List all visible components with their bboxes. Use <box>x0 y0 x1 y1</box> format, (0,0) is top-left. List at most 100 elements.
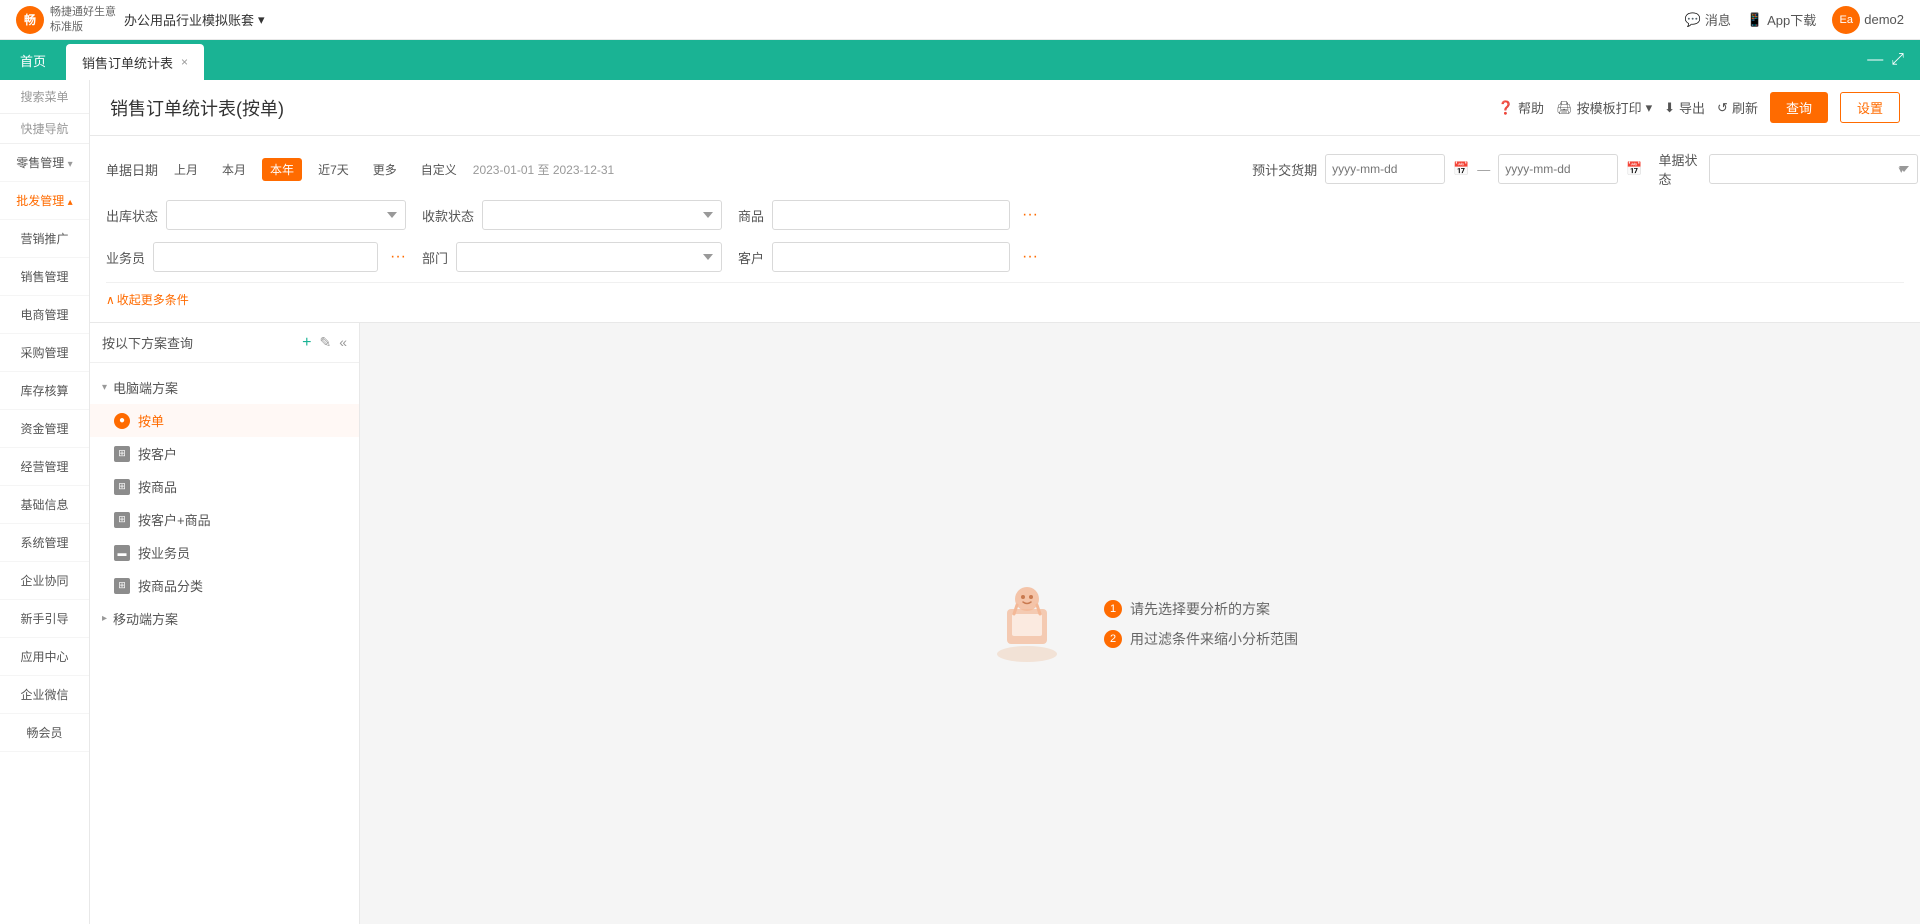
customer-filter: 客户 ··· <box>738 242 1038 272</box>
customer-input[interactable] <box>772 242 1010 272</box>
workspace-dropdown[interactable]: 办公用品行业模拟账套 ▾ <box>124 10 265 29</box>
sidebar: 搜索菜单 快捷导航 零售管理 ▾ 批发管理 ▴ 营销推广 销售管理 电商管理 采… <box>0 80 90 924</box>
chevron-up-icon: ▴ <box>68 197 73 208</box>
chevron-up-icon: ∧ <box>106 293 115 307</box>
logo-area: 畅 畅捷通好生意 标准版 <box>16 5 116 34</box>
scheme-icon-category: ⊞ <box>114 578 130 594</box>
sidebar-item-basic[interactable]: 基础信息 <box>0 486 89 524</box>
customer-label: 客户 <box>738 248 764 267</box>
tab-close-icon[interactable]: × <box>181 55 188 69</box>
this-month-btn[interactable]: 本月 <box>214 158 254 181</box>
calendar-icon2: 📅 <box>1626 161 1642 177</box>
user-menu[interactable]: Ea demo2 <box>1832 6 1904 34</box>
export-icon: ⬇ <box>1664 100 1675 116</box>
hint-num-1: 1 <box>1104 600 1122 618</box>
salesperson-filter: 业务员 ··· <box>106 242 406 272</box>
customer-more-icon[interactable]: ··· <box>1022 248 1038 266</box>
receipt-status-select[interactable] <box>482 200 722 230</box>
date-range-display: 2023-01-01 至 2023-12-31 <box>473 161 614 178</box>
refresh-button[interactable]: ↺ 刷新 <box>1717 98 1758 117</box>
product-input[interactable] <box>772 200 1010 230</box>
sidebar-item-wholesale[interactable]: 批发管理 ▴ <box>0 182 89 220</box>
sidebar-item-finance[interactable]: 资金管理 <box>0 410 89 448</box>
last-month-btn[interactable]: 上月 <box>166 158 206 181</box>
scheme-icon-product: ⊞ <box>114 479 130 495</box>
sidebar-item-marketing[interactable]: 营销推广 <box>0 220 89 258</box>
sidebar-item-inventory[interactable]: 库存核算 <box>0 372 89 410</box>
tab-sales-order[interactable]: 销售订单统计表 × <box>66 44 204 80</box>
edit-scheme-button[interactable]: ✎ <box>319 334 331 352</box>
scheme-item-by-customer-product[interactable]: ⊞ 按客户+商品 <box>90 503 359 536</box>
quick-nav[interactable]: 快捷导航 <box>0 114 89 144</box>
collapse-button[interactable]: ∧ 收起更多条件 <box>106 291 1904 308</box>
maximize-button[interactable]: ⤢ <box>1891 51 1904 69</box>
top-bar: 畅 畅捷通好生意 标准版 办公用品行业模拟账套 ▾ 💬 消息 📱 App下载 E… <box>0 0 1920 40</box>
last7days-btn[interactable]: 近7天 <box>310 158 357 181</box>
sidebar-item-ecommerce[interactable]: 电商管理 <box>0 296 89 334</box>
scheme-icon-salesperson: ▬ <box>114 545 130 561</box>
sidebar-item-sales[interactable]: 销售管理 <box>0 258 89 296</box>
sidebar-item-weixin[interactable]: 企业微信 <box>0 676 89 714</box>
main-content-row: 按以下方案查询 + ✎ « ▾ 电脑端方案 ● <box>90 323 1920 924</box>
tab-bar-actions: — ⤢ <box>1867 51 1904 69</box>
department-select[interactable] <box>456 242 722 272</box>
logo-icon: 畅 <box>16 6 44 34</box>
delivery-date-end-input[interactable] <box>1498 154 1618 184</box>
delivery-date-label: 预计交货期 <box>1252 160 1317 179</box>
sidebar-item-system[interactable]: 系统管理 <box>0 524 89 562</box>
tab-bar: 首页 销售订单统计表 × — ⤢ <box>0 40 1920 80</box>
sidebar-item-appstore[interactable]: 应用中心 <box>0 638 89 676</box>
scheme-panel: 按以下方案查询 + ✎ « ▾ 电脑端方案 ● <box>90 323 360 924</box>
sidebar-item-member[interactable]: 畅会员 <box>0 714 89 752</box>
scheme-item-by-customer[interactable]: ⊞ 按客户 <box>90 437 359 470</box>
sidebar-search[interactable]: 搜索菜单 <box>0 80 89 114</box>
add-scheme-button[interactable]: + <box>302 334 311 352</box>
print-icon: 🖨 <box>1556 100 1573 116</box>
template-print-button[interactable]: 🖨 按模板打印 ▾ <box>1556 98 1652 117</box>
salesperson-more-icon[interactable]: ··· <box>390 248 406 266</box>
scheme-icon-customer-product: ⊞ <box>114 512 130 528</box>
category-mobile[interactable]: ▸ 移动端方案 <box>90 602 359 635</box>
sidebar-item-guide[interactable]: 新手引导 <box>0 600 89 638</box>
more-btn[interactable]: 更多 <box>365 158 405 181</box>
export-button[interactable]: ⬇ 导出 <box>1664 98 1705 117</box>
sidebar-item-operations[interactable]: 经营管理 <box>0 448 89 486</box>
quick-nav-label: 快捷导航 <box>20 122 68 136</box>
active-scheme-icon: ● <box>114 413 130 429</box>
sidebar-item-retail[interactable]: 零售管理 ▾ <box>0 144 89 182</box>
delivery-date-filter: 预计交货期 📅 — 📅 <box>1252 154 1642 184</box>
receipt-status-filter: 收款状态 <box>422 200 722 230</box>
scheme-item-by-category[interactable]: ⊞ 按商品分类 <box>90 569 359 602</box>
sidebar-item-purchase[interactable]: 采购管理 <box>0 334 89 372</box>
message-label: 消息 <box>1705 10 1731 29</box>
product-more-icon[interactable]: ··· <box>1022 206 1038 224</box>
custom-btn[interactable]: 自定义 <box>413 158 465 181</box>
collapse-scheme-button[interactable]: « <box>339 334 347 352</box>
hint-num-2: 2 <box>1104 630 1122 648</box>
delivery-status-select[interactable] <box>166 200 406 230</box>
category-pc[interactable]: ▾ 电脑端方案 <box>90 371 359 404</box>
settings-button[interactable]: 设置 <box>1840 92 1900 123</box>
help-icon: ❓ <box>1498 100 1514 116</box>
help-button[interactable]: ❓ 帮助 <box>1498 98 1544 117</box>
scheme-item-by-salesperson[interactable]: ▬ 按业务员 <box>90 536 359 569</box>
tab-home[interactable]: 首页 <box>0 40 66 80</box>
chevron-down-icon: ▾ <box>258 12 265 28</box>
scheme-item-by-product[interactable]: ⊞ 按商品 <box>90 470 359 503</box>
minimize-button[interactable]: — <box>1867 51 1883 69</box>
page-title: 销售订单统计表(按单) <box>110 95 284 121</box>
empty-content-area: 1 请先选择要分析的方案 2 用过滤条件来缩小分析范围 <box>360 323 1920 924</box>
delivery-date-start-input[interactable] <box>1325 154 1445 184</box>
message-button[interactable]: 💬 消息 <box>1685 10 1731 29</box>
salesperson-input[interactable] <box>153 242 378 272</box>
app-download-button[interactable]: 📱 App下载 <box>1747 10 1816 29</box>
scheme-item-by-order[interactable]: ● 按单 <box>90 404 359 437</box>
this-year-btn[interactable]: 本年 <box>262 158 302 181</box>
empty-state: 1 请先选择要分析的方案 2 用过滤条件来缩小分析范围 <box>982 579 1298 669</box>
logo-text: 畅捷通好生意 标准版 <box>50 5 116 34</box>
department-label: 部门 <box>422 248 448 267</box>
message-icon: 💬 <box>1685 12 1701 28</box>
sidebar-item-enterprise[interactable]: 企业协同 <box>0 562 89 600</box>
status-select[interactable] <box>1709 154 1918 184</box>
query-button[interactable]: 查询 <box>1770 92 1828 123</box>
